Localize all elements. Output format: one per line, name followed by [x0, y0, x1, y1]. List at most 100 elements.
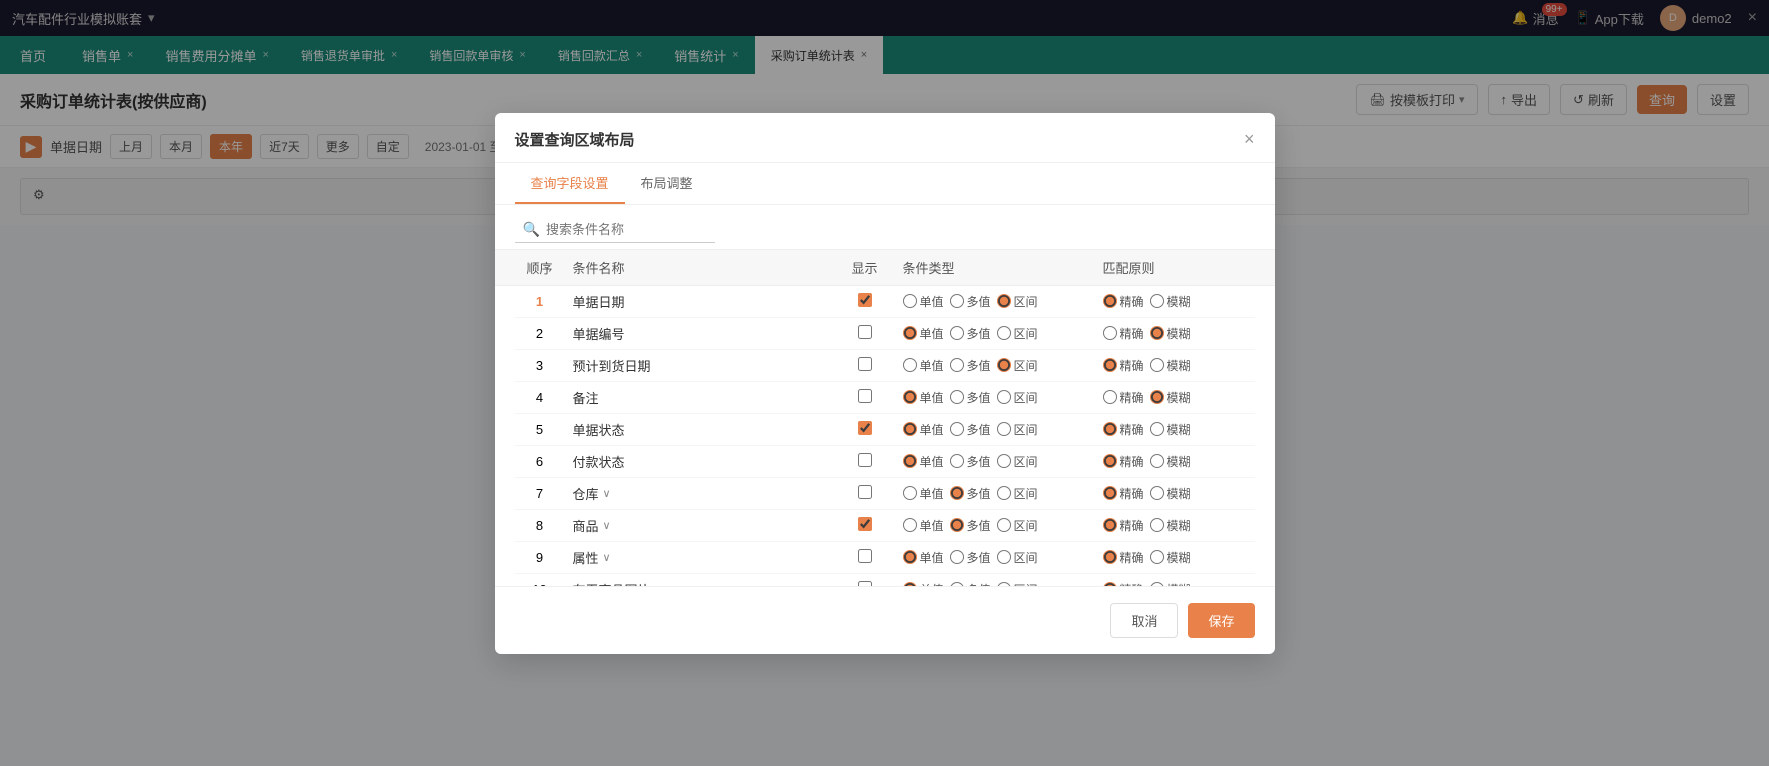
- row-display: [835, 517, 895, 534]
- display-checkbox[interactable]: [858, 357, 872, 371]
- row-match: 精确 模糊: [1095, 517, 1255, 534]
- type-radio-single[interactable]: 单值: [903, 357, 944, 374]
- type-radio-range[interactable]: 区间: [997, 517, 1038, 534]
- table-row: 6 付款状态 单值 多值 区间 精确 模糊: [515, 446, 1255, 478]
- row-match: 精确 模糊: [1095, 389, 1255, 406]
- match-radio-exact[interactable]: 精确: [1103, 485, 1144, 502]
- cancel-button[interactable]: 取消: [1110, 603, 1178, 638]
- display-checkbox[interactable]: [858, 421, 872, 435]
- type-radio-multi[interactable]: 多值: [950, 453, 991, 470]
- table-row: 3 预计到货日期 单值 多值 区间 精确 模糊: [515, 350, 1255, 382]
- type-radio-single[interactable]: 单值: [903, 517, 944, 534]
- table-row: 2 单据编号 单值 多值 区间 精确 模糊: [515, 318, 1255, 350]
- match-radio-fuzzy[interactable]: 模糊: [1150, 485, 1191, 502]
- type-radio-single[interactable]: 单值: [903, 453, 944, 470]
- match-radio-fuzzy[interactable]: 模糊: [1150, 325, 1191, 342]
- save-button[interactable]: 保存: [1188, 603, 1254, 638]
- type-radio-multi[interactable]: 多值: [950, 389, 991, 406]
- row-type: 单值 多值 区间: [895, 357, 1095, 374]
- table-row: 10 有无商品图片 单值 多值 区间 精确 模糊: [515, 574, 1255, 586]
- type-radio-multi[interactable]: 多值: [950, 421, 991, 438]
- settings-modal: 设置查询区域布局 × 查询字段设置 布局调整 🔍 顺序 条件名称 显示 条件类型: [495, 113, 1275, 654]
- match-radio-exact[interactable]: 精确: [1103, 389, 1144, 406]
- table-row: 5 单据状态 单值 多值 区间 精确 模糊: [515, 414, 1255, 446]
- row-type: 单值 多值 区间: [895, 453, 1095, 470]
- type-radio-range[interactable]: 区间: [997, 549, 1038, 566]
- type-radio-range[interactable]: 区间: [997, 357, 1038, 374]
- match-radio-exact[interactable]: 精确: [1103, 517, 1144, 534]
- display-checkbox[interactable]: [858, 549, 872, 563]
- type-radio-single[interactable]: 单值: [903, 325, 944, 342]
- modal-tab-query[interactable]: 查询字段设置: [515, 163, 625, 204]
- search-icon: 🔍: [523, 221, 540, 238]
- type-radio-range[interactable]: 区间: [997, 453, 1038, 470]
- row-display: [835, 357, 895, 374]
- row-name: 单据编号: [565, 324, 835, 343]
- modal-close-button[interactable]: ×: [1244, 130, 1255, 148]
- row-name: 备注: [565, 388, 835, 407]
- match-radio-exact[interactable]: 精确: [1103, 325, 1144, 342]
- row-match: 精确 模糊: [1095, 325, 1255, 342]
- match-radio-fuzzy[interactable]: 模糊: [1150, 453, 1191, 470]
- row-order: 3: [515, 358, 565, 373]
- row-name: 预计到货日期: [565, 356, 835, 375]
- modal-header: 设置查询区域布局 ×: [495, 113, 1275, 163]
- match-radio-exact[interactable]: 精确: [1103, 293, 1144, 310]
- row-display: [835, 549, 895, 566]
- row-match: 精确 模糊: [1095, 421, 1255, 438]
- display-checkbox[interactable]: [858, 453, 872, 467]
- match-radio-fuzzy[interactable]: 模糊: [1150, 549, 1191, 566]
- match-radio-fuzzy[interactable]: 模糊: [1150, 517, 1191, 534]
- display-checkbox[interactable]: [858, 517, 872, 531]
- row-name: 单据日期: [565, 292, 835, 311]
- type-radio-multi[interactable]: 多值: [950, 485, 991, 502]
- header-type: 条件类型: [895, 250, 1095, 285]
- type-radio-multi[interactable]: 多值: [950, 517, 991, 534]
- row-match: 精确 模糊: [1095, 485, 1255, 502]
- type-radio-range[interactable]: 区间: [997, 325, 1038, 342]
- type-radio-single[interactable]: 单值: [903, 549, 944, 566]
- modal-tabs: 查询字段设置 布局调整: [495, 163, 1275, 205]
- match-radio-exact[interactable]: 精确: [1103, 421, 1144, 438]
- type-radio-range[interactable]: 区间: [997, 389, 1038, 406]
- type-radio-single[interactable]: 单值: [903, 421, 944, 438]
- row-name: 属性 ∨: [565, 548, 835, 567]
- modal-table-header: 顺序 条件名称 显示 条件类型 匹配原则: [495, 249, 1275, 286]
- display-checkbox[interactable]: [858, 485, 872, 499]
- match-radio-exact[interactable]: 精确: [1103, 549, 1144, 566]
- modal-tab-layout[interactable]: 布局调整: [625, 163, 709, 204]
- type-radio-multi[interactable]: 多值: [950, 549, 991, 566]
- match-radio-fuzzy[interactable]: 模糊: [1150, 421, 1191, 438]
- row-display: [835, 325, 895, 342]
- row-order: 1: [515, 294, 565, 309]
- match-radio-fuzzy[interactable]: 模糊: [1150, 357, 1191, 374]
- row-type: 单值 多值 区间: [895, 517, 1095, 534]
- type-radio-range[interactable]: 区间: [997, 485, 1038, 502]
- type-radio-multi[interactable]: 多值: [950, 293, 991, 310]
- type-radio-single[interactable]: 单值: [903, 485, 944, 502]
- match-radio-exact[interactable]: 精确: [1103, 453, 1144, 470]
- row-type: 单值 多值 区间: [895, 485, 1095, 502]
- display-checkbox[interactable]: [858, 325, 872, 339]
- row-order: 5: [515, 422, 565, 437]
- search-input[interactable]: [546, 222, 706, 237]
- search-box: 🔍: [515, 217, 715, 243]
- header-match: 匹配原则: [1095, 250, 1255, 285]
- row-type: 单值 多值 区间: [895, 549, 1095, 566]
- match-radio-fuzzy[interactable]: 模糊: [1150, 389, 1191, 406]
- row-type: 单值 多值 区间: [895, 325, 1095, 342]
- display-checkbox[interactable]: [858, 293, 872, 307]
- display-checkbox[interactable]: [858, 389, 872, 403]
- table-row: 4 备注 单值 多值 区间 精确 模糊: [515, 382, 1255, 414]
- chevron-down-icon: ∨: [603, 487, 611, 500]
- type-radio-range[interactable]: 区间: [997, 293, 1038, 310]
- type-radio-multi[interactable]: 多值: [950, 357, 991, 374]
- match-radio-fuzzy[interactable]: 模糊: [1150, 293, 1191, 310]
- match-radio-exact[interactable]: 精确: [1103, 357, 1144, 374]
- table-row: 7 仓库 ∨ 单值 多值 区间 精确 模糊: [515, 478, 1255, 510]
- row-order: 9: [515, 550, 565, 565]
- type-radio-multi[interactable]: 多值: [950, 325, 991, 342]
- type-radio-range[interactable]: 区间: [997, 421, 1038, 438]
- type-radio-single[interactable]: 单值: [903, 293, 944, 310]
- type-radio-single[interactable]: 单值: [903, 389, 944, 406]
